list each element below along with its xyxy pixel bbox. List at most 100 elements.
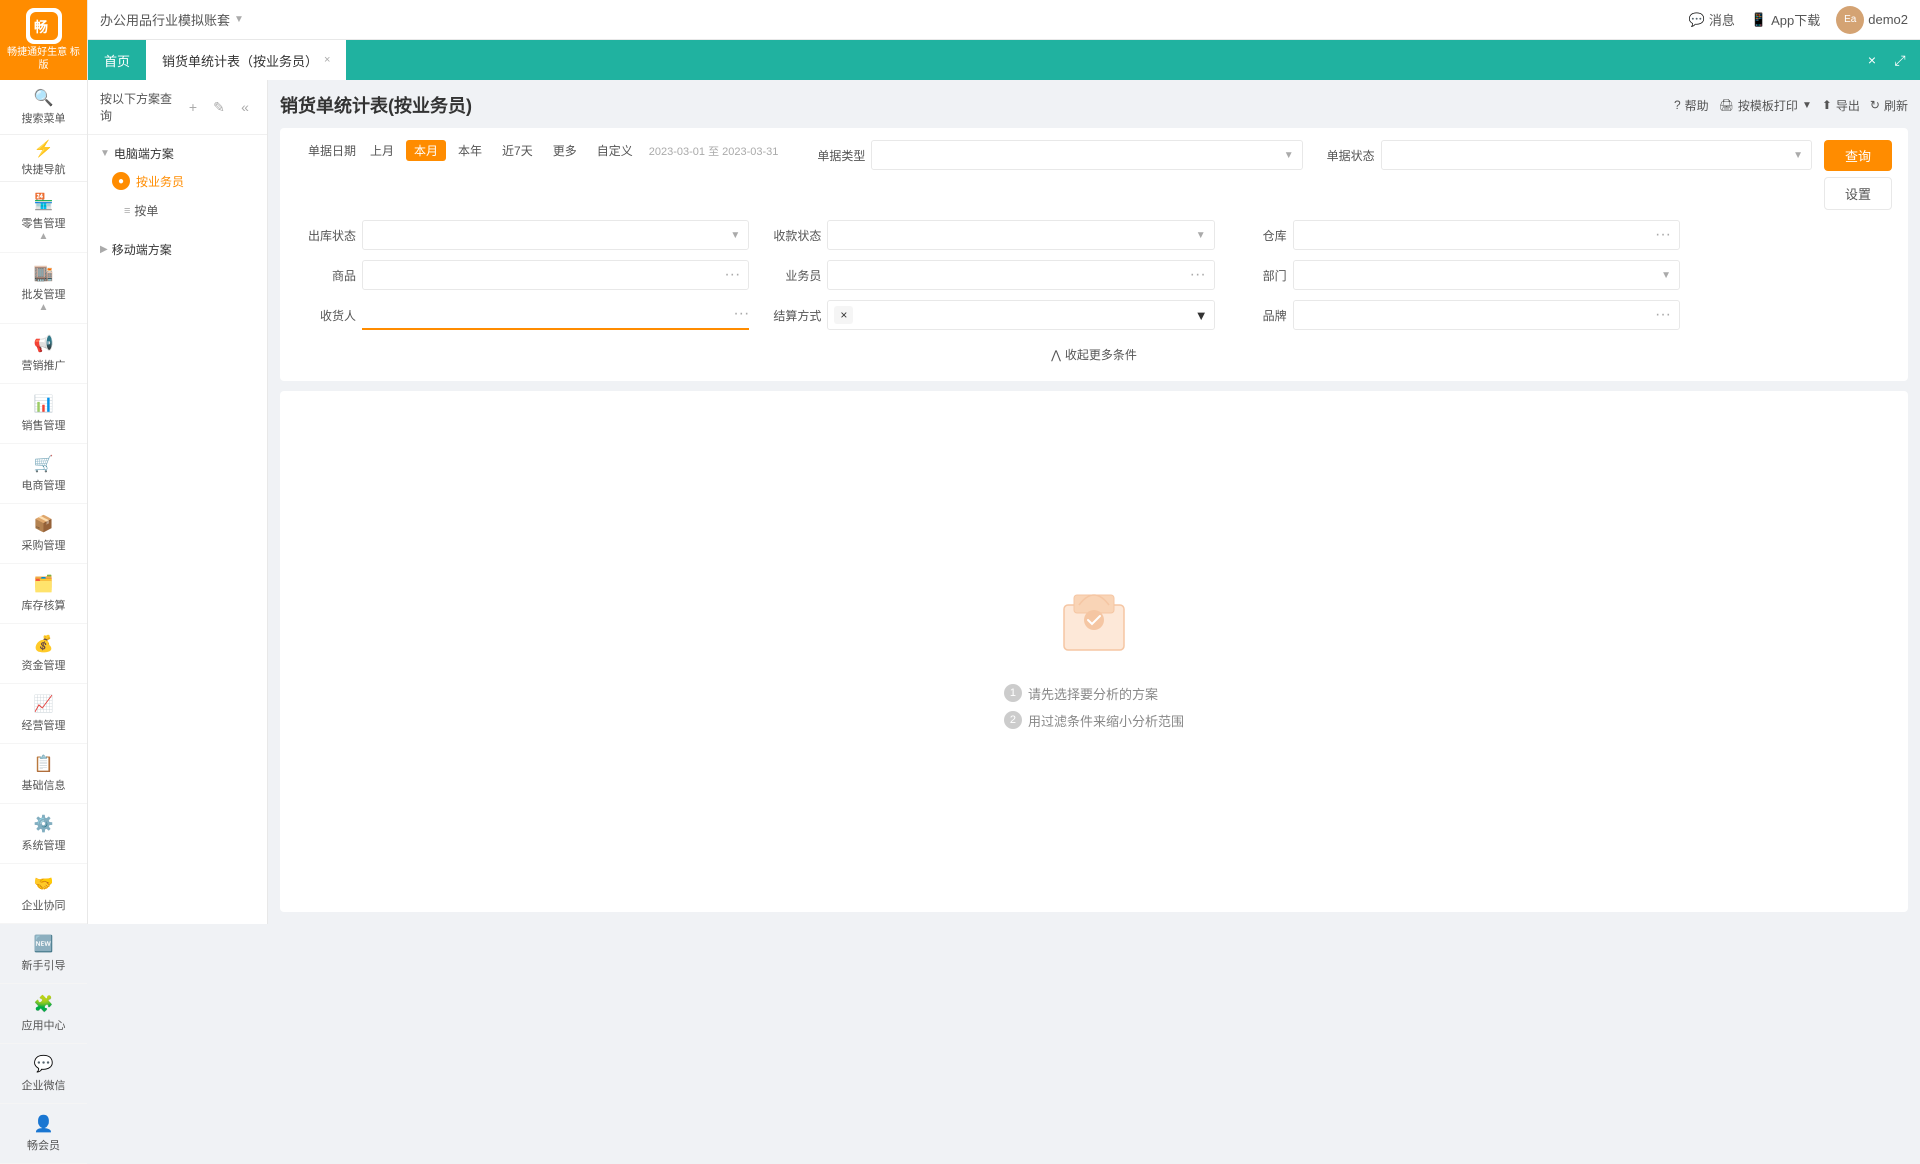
- right-panel: 销货单统计表(按业务员) ? 帮助 🖨 按模板打印 ▼ ⬆ 导出: [268, 80, 1920, 924]
- newbie-label: 新手引导: [22, 957, 66, 973]
- doc-type-arrow-icon: ▼: [1284, 150, 1294, 161]
- salesman-dots-icon: ···: [1190, 266, 1206, 284]
- print-dropdown-icon: ▼: [1802, 100, 1812, 111]
- sidebar-item-inventory[interactable]: 🗂️ 库存核算: [0, 564, 87, 624]
- dept-label: 部门: [1227, 267, 1287, 284]
- sidebar-quick-nav[interactable]: ⚡ 快捷导航: [0, 135, 87, 182]
- sidebar-item-finance[interactable]: 💰 资金管理: [0, 624, 87, 684]
- sidebar-item-wechat[interactable]: 💬 企业微信: [0, 1044, 87, 1104]
- wholesale-icon: 🏬: [34, 263, 54, 283]
- doc-status-label: 单据状态: [1315, 147, 1375, 164]
- page-header: 销货单统计表(按业务员) ? 帮助 🖨 按模板打印 ▼ ⬆ 导出: [280, 92, 1908, 118]
- topbar-account-selector[interactable]: 办公用品行业模拟账套 ▼: [100, 10, 244, 29]
- add-scheme-button[interactable]: +: [183, 97, 203, 117]
- print-label: 按模板打印: [1738, 97, 1798, 114]
- edit-scheme-button[interactable]: ✎: [209, 97, 229, 117]
- out-status-label: 出库状态: [296, 227, 356, 244]
- operation-icon: 📈: [34, 694, 54, 714]
- collapse-button[interactable]: ⋀ 收起更多条件: [1045, 340, 1143, 369]
- date-last7-btn[interactable]: 近7天: [494, 140, 541, 161]
- empty-tips: 1 请先选择要分析的方案 2 用过滤条件来缩小分析范围: [1004, 684, 1184, 738]
- sidebar-item-wholesale[interactable]: 🏬 批发管理 ▲: [0, 253, 87, 324]
- receipt-status-select[interactable]: ▼: [827, 220, 1214, 250]
- date-more-btn[interactable]: 更多: [545, 140, 585, 161]
- payment-tag: ×: [834, 306, 853, 324]
- dept-select[interactable]: ▼: [1293, 260, 1680, 290]
- export-icon: ⬆: [1822, 98, 1832, 112]
- topbar-account-name: 办公用品行业模拟账套: [100, 10, 230, 29]
- system-label: 系统管理: [22, 837, 66, 853]
- sidebar-item-member[interactable]: 👤 畅会员: [0, 1104, 87, 1164]
- sidebar-logo[interactable]: 畅 畅捷通好生意 标版: [0, 0, 87, 80]
- scheme-group-mobile-header[interactable]: ▶ 移动端方案: [88, 237, 267, 262]
- download-icon: 📱: [1751, 12, 1767, 28]
- app-download-button[interactable]: 📱 App下载: [1751, 10, 1820, 29]
- scheme-group-desktop-header[interactable]: ▼ 电脑端方案: [88, 141, 267, 166]
- export-button[interactable]: ⬆ 导出: [1822, 97, 1860, 114]
- sidebar-item-retail[interactable]: 🏪 零售管理 ▲: [0, 182, 87, 253]
- doc-type-select[interactable]: ▼: [871, 140, 1302, 170]
- print-button[interactable]: 🖨 按模板打印 ▼: [1719, 97, 1812, 114]
- topbar-left: 办公用品行业模拟账套 ▼: [100, 10, 244, 29]
- tab-home[interactable]: 首页: [88, 40, 146, 80]
- topbar-right: 💬 消息 📱 App下载 Ea demo2: [1689, 6, 1908, 34]
- date-this-year-btn[interactable]: 本年: [450, 140, 490, 161]
- sidebar-item-operation[interactable]: 📈 经营管理: [0, 684, 87, 744]
- scheme-group-mobile-label: 移动端方案: [112, 241, 172, 258]
- sidebar-item-ecommerce[interactable]: 🛒 电商管理: [0, 444, 87, 504]
- sidebar-item-enterprise[interactable]: 🤝 企业协同: [0, 864, 87, 924]
- dept-arrow-icon: ▼: [1661, 270, 1671, 281]
- basic-label: 基础信息: [22, 777, 66, 793]
- sidebar-item-basic[interactable]: 📋 基础信息: [0, 744, 87, 804]
- receiver-input[interactable]: ···: [362, 300, 749, 330]
- scheme-sub-item-by-order[interactable]: ≡ 按单: [88, 196, 267, 225]
- query-button[interactable]: 查询: [1824, 140, 1892, 171]
- sidebar-item-sales[interactable]: 📊 销售管理: [0, 384, 87, 444]
- payment-select[interactable]: × ▼: [827, 300, 1214, 330]
- collapse-panel-button[interactable]: «: [235, 97, 255, 117]
- scheme-order-label: 按单: [134, 202, 158, 219]
- sidebar-item-newbie[interactable]: 🆕 新手引导: [0, 924, 87, 984]
- out-status-select[interactable]: ▼: [362, 220, 749, 250]
- tab-close-all-button[interactable]: ×: [1860, 48, 1884, 72]
- date-this-month-btn[interactable]: 本月: [406, 140, 446, 161]
- date-custom-btn[interactable]: 自定义: [589, 140, 641, 161]
- tab-sales-stats[interactable]: 销货单统计表（按业务员） ×: [146, 40, 346, 80]
- tab-home-label: 首页: [104, 51, 130, 70]
- message-button[interactable]: 💬 消息: [1689, 10, 1735, 29]
- sidebar-item-marketing[interactable]: 📢 营销推广: [0, 324, 87, 384]
- scheme-group-mobile: ▶ 移动端方案: [88, 231, 267, 268]
- content-area: 按以下方案查询 + ✎ « ▼ 电脑端方案 ● 按业务员 ≡: [88, 80, 1920, 924]
- payment-tag-close-icon[interactable]: ×: [840, 308, 847, 322]
- salesman-input[interactable]: ···: [827, 260, 1214, 290]
- brand-input[interactable]: ···: [1293, 300, 1680, 330]
- tab-expand-button[interactable]: ⤢: [1888, 48, 1912, 72]
- sales-icon: 📊: [34, 394, 54, 414]
- help-button[interactable]: ? 帮助: [1674, 97, 1709, 114]
- doc-status-select[interactable]: ▼: [1381, 140, 1812, 170]
- receiver-dots-icon: ···: [733, 305, 749, 323]
- goods-input[interactable]: ···: [362, 260, 749, 290]
- date-last-month-btn[interactable]: 上月: [362, 140, 402, 161]
- collapse-label: 收起更多条件: [1065, 346, 1137, 363]
- tab-close-icon[interactable]: ×: [324, 54, 330, 66]
- scheme-group-desktop-label: 电脑端方案: [114, 145, 174, 162]
- user-profile[interactable]: Ea demo2: [1836, 6, 1908, 34]
- scheme-item-by-salesman[interactable]: ● 按业务员: [88, 166, 267, 196]
- sidebar-item-system[interactable]: ⚙️ 系统管理: [0, 804, 87, 864]
- scheme-salesman-icon: ●: [112, 172, 130, 190]
- marketing-icon: 📢: [34, 334, 54, 354]
- retail-label: 零售管理: [22, 215, 66, 231]
- sidebar-item-purchase[interactable]: 📦 采购管理: [0, 504, 87, 564]
- topbar: 办公用品行业模拟账套 ▼ 💬 消息 📱 App下载 Ea demo2: [88, 0, 1920, 40]
- set-button[interactable]: 设置: [1824, 177, 1892, 210]
- sidebar-search-item[interactable]: 🔍 搜索菜单: [0, 80, 87, 135]
- page-title: 销货单统计表(按业务员): [280, 92, 472, 118]
- inventory-icon: 🗂️: [34, 574, 54, 594]
- refresh-button[interactable]: ↻ 刷新: [1870, 97, 1908, 114]
- warehouse-input[interactable]: ···: [1293, 220, 1680, 250]
- app-center-label: 应用中心: [22, 1017, 66, 1033]
- sidebar-search-label: 搜索菜单: [22, 110, 66, 126]
- empty-illustration: [1044, 565, 1144, 668]
- sidebar-item-app-center[interactable]: 🧩 应用中心: [0, 984, 87, 1044]
